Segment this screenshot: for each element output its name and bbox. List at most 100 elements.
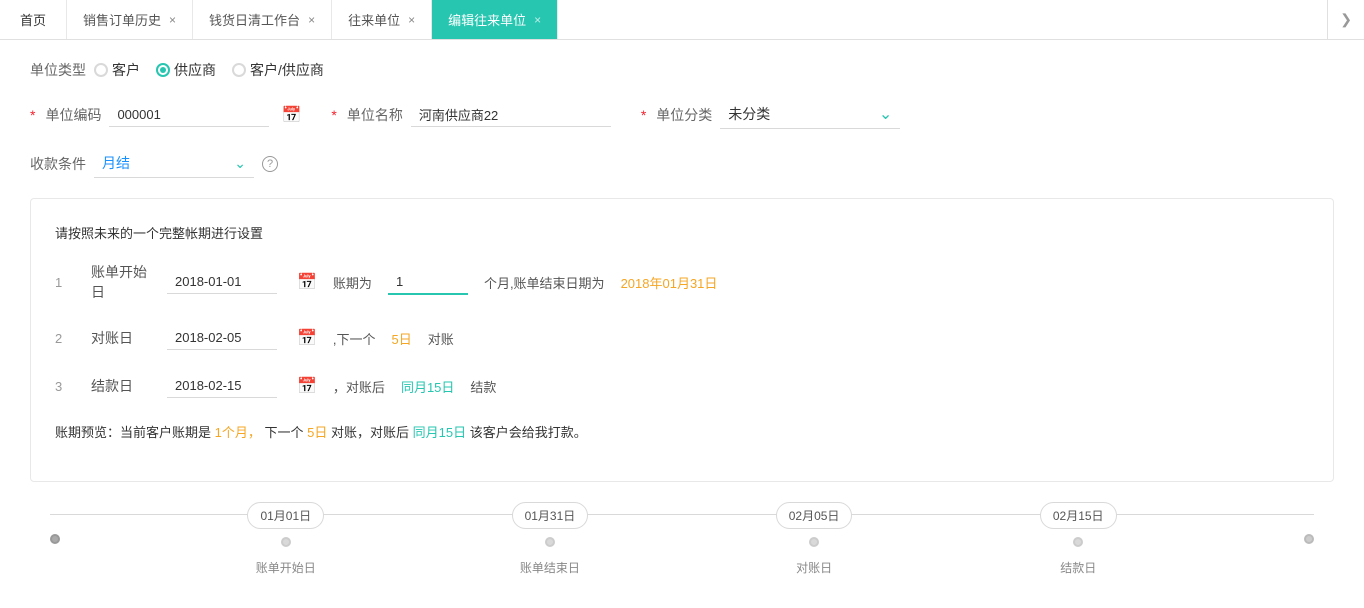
period-payment-suffix: 结款 bbox=[470, 377, 496, 396]
radio-both[interactable]: 客户/供应商 bbox=[232, 60, 324, 80]
preview-payment-suffix: 该客户会给我打款。 bbox=[470, 425, 587, 440]
period-row-2: 2 对账日 📅 ,下一个 5日 对账 bbox=[55, 326, 1309, 350]
unit-name-label: 单位名称 bbox=[347, 105, 403, 125]
unit-category-required: * bbox=[641, 107, 646, 123]
unit-name-required: * bbox=[331, 107, 336, 123]
radio-supplier-label: 供应商 bbox=[174, 60, 216, 80]
tab-home[interactable]: 首页 bbox=[0, 0, 67, 39]
tab-sales-history-label: 销售订单历史 bbox=[83, 10, 161, 29]
tab-home-label: 首页 bbox=[20, 10, 46, 29]
preview-payment-day: 同月15日 bbox=[413, 425, 466, 440]
period-row-1: 1 账单开始日 📅 账期为 个月,账单结束日期为 2018年01月31日 bbox=[55, 262, 1309, 302]
period-for-label: 账期为 bbox=[333, 273, 372, 292]
period-row-2-num: 2 bbox=[55, 331, 75, 346]
timeline-dot-1 bbox=[281, 537, 291, 547]
payment-terms-row: 收款条件 月结 ⌄ ? bbox=[30, 149, 1334, 178]
period-row-1-num: 1 bbox=[55, 275, 75, 290]
unit-code-input[interactable] bbox=[109, 103, 269, 127]
main-content: 单位类型 客户 供应商 客户/供应商 * 单位编码 bbox=[0, 40, 1364, 608]
timeline-start-dot bbox=[50, 534, 60, 544]
period-row-3-num: 3 bbox=[55, 379, 75, 394]
timeline-label-2: 账单结束日 bbox=[520, 559, 580, 576]
payment-terms-value: 月结 bbox=[102, 153, 130, 173]
preview-months: 1个月， bbox=[215, 425, 261, 440]
tab-partner[interactable]: 往来单位 × bbox=[332, 0, 432, 39]
timeline-date-4: 02月15日 bbox=[1040, 502, 1117, 529]
unit-type-row: 单位类型 客户 供应商 客户/供应商 bbox=[30, 60, 1334, 80]
timeline-date-3: 02月05日 bbox=[776, 502, 853, 529]
timeline-label-1: 账单开始日 bbox=[256, 559, 316, 576]
timeline-point-4: 02月15日 结款日 bbox=[1040, 502, 1117, 576]
tab-bar: 首页 销售订单历史 × 钱货日清工作台 × 往来单位 × 编辑往来单位 × ❯ bbox=[0, 0, 1364, 40]
payment-terms-help-icon[interactable]: ? bbox=[262, 156, 278, 172]
timeline-dot-2 bbox=[545, 537, 555, 547]
timeline-date-2: 01月31日 bbox=[512, 502, 589, 529]
unit-category-group: * 单位分类 未分类 ⌄ bbox=[641, 100, 900, 129]
tab-partner-close[interactable]: × bbox=[408, 13, 415, 27]
period-row-2-label: 对账日 bbox=[91, 328, 151, 348]
timeline-point-2: 01月31日 账单结束日 bbox=[512, 502, 589, 576]
timeline-dot-3 bbox=[809, 537, 819, 547]
payment-terms-chevron-icon: ⌄ bbox=[234, 155, 246, 172]
period-reconcile-prefix: ,下一个 bbox=[333, 329, 376, 348]
unit-category-label: 单位分类 bbox=[656, 105, 712, 125]
payment-terms-select[interactable]: 月结 ⌄ bbox=[94, 149, 254, 178]
tab-cash-desk[interactable]: 钱货日清工作台 × bbox=[193, 0, 332, 39]
tab-edit-partner-label: 编辑往来单位 bbox=[448, 10, 526, 29]
period-row-3: 3 结款日 📅 ，对账后 同月15日 结款 bbox=[55, 374, 1309, 398]
period-start-cal-icon[interactable]: 📅 bbox=[297, 272, 317, 292]
radio-customer-label: 客户 bbox=[112, 60, 140, 80]
radio-both-circle bbox=[232, 63, 246, 77]
unit-info-row: * 单位编码 📅 * 单位名称 * 单位分类 未分类 ⌄ bbox=[30, 100, 1334, 129]
period-section: 请按照未来的一个完整帐期进行设置 1 账单开始日 📅 账期为 个月,账单结束日期… bbox=[30, 198, 1334, 482]
radio-supplier[interactable]: 供应商 bbox=[156, 60, 216, 80]
timeline-point-1: 01月01日 账单开始日 bbox=[247, 502, 324, 576]
preview-reconcile-suffix: 对账，对账后 bbox=[331, 425, 409, 440]
unit-code-label: 单位编码 bbox=[45, 105, 101, 125]
radio-customer[interactable]: 客户 bbox=[94, 60, 140, 80]
timeline-date-1: 01月01日 bbox=[247, 502, 324, 529]
unit-code-required: * bbox=[30, 107, 35, 123]
payment-terms-group: 收款条件 月结 ⌄ ? bbox=[30, 149, 278, 178]
period-payment-date-input[interactable] bbox=[167, 374, 277, 398]
period-reconcile-suffix: 对账 bbox=[428, 329, 454, 348]
radio-both-label: 客户/供应商 bbox=[250, 60, 324, 80]
tab-edit-partner[interactable]: 编辑往来单位 × bbox=[432, 0, 558, 39]
unit-type-group: 单位类型 客户 供应商 客户/供应商 bbox=[30, 60, 324, 80]
tab-edit-partner-close[interactable]: × bbox=[534, 13, 541, 27]
tab-cash-desk-close[interactable]: × bbox=[308, 13, 315, 27]
period-start-date-input[interactable] bbox=[167, 270, 277, 294]
preview-label: 账期预览：当前客户账期是 bbox=[55, 425, 211, 440]
tab-more-button[interactable]: ❯ bbox=[1327, 0, 1364, 39]
unit-name-input[interactable] bbox=[411, 103, 611, 127]
unit-code-group: * 单位编码 📅 bbox=[30, 103, 301, 127]
unit-type-radio-group: 客户 供应商 客户/供应商 bbox=[94, 60, 324, 80]
period-months-suffix: 个月,账单结束日期为 bbox=[484, 273, 605, 292]
category-chevron-icon: ⌄ bbox=[879, 104, 892, 124]
period-reconcile-cal-icon[interactable]: 📅 bbox=[297, 328, 317, 348]
timeline-point-3: 02月05日 对账日 bbox=[776, 502, 853, 576]
tab-sales-history-close[interactable]: × bbox=[169, 13, 176, 27]
unit-type-label: 单位类型 bbox=[30, 60, 86, 80]
preview-reconcile-prefix: 下一个 bbox=[265, 425, 304, 440]
timeline: 01月01日 账单开始日 01月31日 账单结束日 02月05日 对账日 02月… bbox=[30, 502, 1334, 576]
period-months-input[interactable] bbox=[388, 270, 468, 295]
period-reconcile-date-input[interactable] bbox=[167, 326, 277, 350]
timeline-points: 01月01日 账单开始日 01月31日 账单结束日 02月05日 对账日 02月… bbox=[50, 502, 1314, 576]
period-section-title: 请按照未来的一个完整帐期进行设置 bbox=[55, 223, 1309, 242]
unit-name-group: * 单位名称 bbox=[331, 103, 610, 127]
payment-terms-label: 收款条件 bbox=[30, 154, 86, 174]
timeline-label-4: 结款日 bbox=[1060, 559, 1096, 576]
timeline-dot-4 bbox=[1073, 537, 1083, 547]
tab-sales-history[interactable]: 销售订单历史 × bbox=[67, 0, 193, 39]
period-payment-cal-icon[interactable]: 📅 bbox=[297, 376, 317, 396]
unit-category-select[interactable]: 未分类 ⌄ bbox=[720, 100, 900, 129]
preview-text: 账期预览：当前客户账期是 1个月， 下一个 5日 对账，对账后 同月15日 该客… bbox=[55, 422, 1309, 441]
unit-code-icon[interactable]: 📅 bbox=[281, 105, 301, 125]
unit-category-value: 未分类 bbox=[728, 104, 879, 124]
period-reconcile-day-highlight: 5日 bbox=[392, 329, 412, 348]
period-end-date-highlight: 2018年01月31日 bbox=[621, 273, 718, 292]
tab-partner-label: 往来单位 bbox=[348, 10, 400, 29]
timeline-end-dot bbox=[1304, 534, 1314, 544]
period-row-1-label: 账单开始日 bbox=[91, 262, 151, 302]
